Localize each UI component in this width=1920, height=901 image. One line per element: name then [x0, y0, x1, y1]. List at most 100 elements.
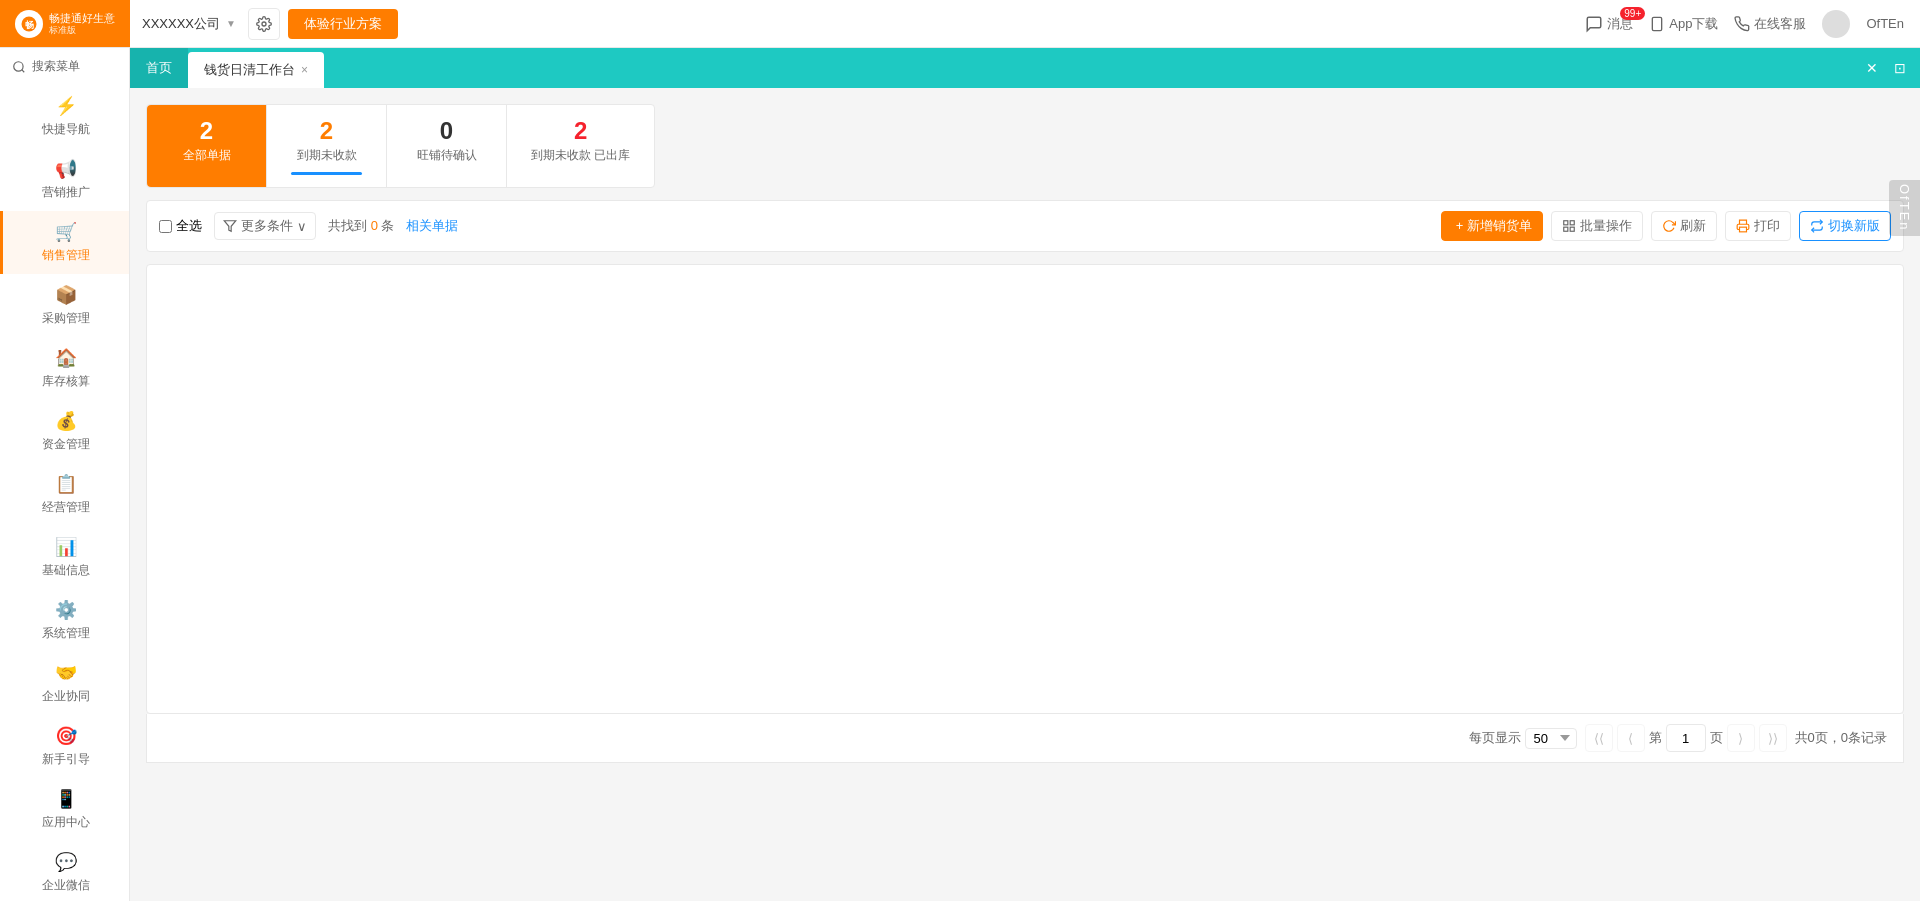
- sidebar-item-label: 企业协同: [42, 688, 90, 705]
- found-text: 共找到 0 条: [328, 217, 394, 235]
- cooperation-icon: 🤝: [55, 662, 77, 684]
- tab-work-table[interactable]: 钱货日清工作台 ×: [188, 52, 324, 88]
- logo-icon: 畅: [15, 10, 43, 38]
- summary-card-wangpu[interactable]: 0 旺铺待确认: [387, 105, 507, 187]
- summary-card-shipped[interactable]: 2 到期未收款 已出库: [507, 105, 654, 187]
- filter-icon: [223, 219, 237, 233]
- chevron-down-icon: ▼: [226, 18, 236, 29]
- sidebar-item-quick-nav[interactable]: ⚡ 快捷导航: [0, 85, 129, 148]
- sidebar-item-label: 经营管理: [42, 499, 90, 516]
- sidebar-item-label: 基础信息: [42, 562, 90, 579]
- toolbar-right: + 新增销货单 批量操作 刷新: [1441, 211, 1891, 241]
- page-label: 第: [1649, 729, 1662, 747]
- card-underline: [291, 172, 362, 175]
- svg-rect-10: [1570, 227, 1574, 231]
- search-menu-button[interactable]: 搜索菜单: [0, 48, 129, 85]
- logo-subtitle: 标准版: [49, 25, 115, 37]
- trial-button[interactable]: 体验行业方案: [288, 9, 398, 39]
- sidebar-item-label: 采购管理: [42, 310, 90, 327]
- table-area: [146, 264, 1904, 714]
- sidebar-item-finance[interactable]: 💰 资金管理: [0, 400, 129, 463]
- sidebar-item-guide[interactable]: 🎯 新手引导: [0, 715, 129, 778]
- page-number-input[interactable]: [1666, 724, 1706, 752]
- add-order-button[interactable]: + 新增销货单: [1441, 211, 1543, 241]
- settings-button[interactable]: [248, 8, 280, 40]
- card-shipped-num: 2: [531, 117, 630, 145]
- tab-close-button[interactable]: ✕: [1860, 56, 1884, 80]
- sales-icon: 🛒: [55, 221, 77, 243]
- svg-marker-7: [224, 221, 236, 232]
- wechat-icon: 💬: [55, 851, 77, 873]
- sidebar-item-label: 企业微信: [42, 877, 90, 894]
- card-overdue-num: 2: [291, 117, 362, 145]
- message-badge: 99+: [1620, 7, 1645, 20]
- operations-icon: 📋: [55, 473, 77, 495]
- svg-line-6: [22, 69, 25, 72]
- summary-cards: 2 全部单据 2 到期未收款 0 旺铺待确认 2 到期未收款 已出库: [146, 104, 655, 188]
- found-count: 0: [371, 218, 378, 233]
- select-all-checkbox[interactable]: 全选: [159, 217, 202, 235]
- all-checkbox-input[interactable]: [159, 220, 172, 233]
- page-size-dropdown[interactable]: 50 10 20 100: [1525, 728, 1577, 749]
- filter-button[interactable]: 更多条件 ∨: [214, 212, 316, 240]
- sidebar-item-operations[interactable]: 📋 经营管理: [0, 463, 129, 526]
- sidebar-item-label: 系统管理: [42, 625, 90, 642]
- page-total: 共0页，0条记录: [1795, 729, 1887, 747]
- pagination: 每页显示 50 10 20 100 ⟨⟨ ⟨ 第 页 ⟩ ⟩⟩ 共0页，0条记录: [146, 714, 1904, 763]
- svg-rect-11: [1564, 227, 1568, 231]
- sidebar-item-system[interactable]: ⚙️ 系统管理: [0, 589, 129, 652]
- main-content: 2 全部单据 2 到期未收款 0 旺铺待确认 2 到期未收款 已出库 全选 更多…: [130, 88, 1920, 901]
- page-size-label: 每页显示: [1469, 729, 1521, 747]
- tab-maximize-button[interactable]: ⊡: [1888, 56, 1912, 80]
- sidebar-item-label: 新手引导: [42, 751, 90, 768]
- first-page-button[interactable]: ⟨⟨: [1585, 724, 1613, 752]
- quick-nav-icon: ⚡: [55, 95, 77, 117]
- tabs-actions: ✕ ⊡: [1860, 56, 1920, 80]
- sidebar-item-marketing[interactable]: 📢 营销推广: [0, 148, 129, 211]
- tab-close-icon[interactable]: ×: [301, 63, 308, 77]
- sidebar-item-label: 库存核算: [42, 373, 90, 390]
- toolbar: 全选 更多条件 ∨ 共找到 0 条 相关单据 + 新增销货单: [146, 200, 1904, 252]
- header-right: 消息 99+ App下载 在线客服 OfTEn: [1585, 10, 1920, 38]
- finance-icon: 💰: [55, 410, 77, 432]
- card-wangpu-num: 0: [411, 117, 482, 145]
- sidebar-item-label: 营销推广: [42, 184, 90, 201]
- print-icon: [1736, 219, 1750, 233]
- print-button[interactable]: 打印: [1725, 211, 1791, 241]
- sidebar-item-inventory[interactable]: 🏠 库存核算: [0, 337, 129, 400]
- tab-home[interactable]: 首页: [130, 48, 188, 88]
- next-page-button[interactable]: ⟩: [1727, 724, 1755, 752]
- switch-version-button[interactable]: 切换新版: [1799, 211, 1891, 241]
- related-orders-link[interactable]: 相关单据: [406, 217, 458, 235]
- sidebar-item-base-info[interactable]: 📊 基础信息: [0, 526, 129, 589]
- prev-page-button[interactable]: ⟨: [1617, 724, 1645, 752]
- company-selector[interactable]: XXXXXX公司 ▼: [130, 15, 248, 33]
- sidebar-item-sales[interactable]: 🛒 销售管理: [0, 211, 129, 274]
- svg-rect-12: [1740, 227, 1747, 232]
- company-name: XXXXXX公司: [142, 15, 220, 33]
- marketing-icon: 📢: [55, 158, 77, 180]
- message-button[interactable]: 消息 99+: [1585, 15, 1633, 33]
- logo-title: 畅捷通好生意: [49, 11, 115, 25]
- card-shipped-label: 到期未收款 已出库: [531, 147, 630, 164]
- batch-operation-button[interactable]: 批量操作: [1551, 211, 1643, 241]
- system-icon: ⚙️: [55, 599, 77, 621]
- card-all-label: 全部单据: [171, 147, 242, 164]
- sidebar-item-purchase[interactable]: 📦 采购管理: [0, 274, 129, 337]
- sidebar-item-wechat[interactable]: 💬 企业微信: [0, 841, 129, 901]
- card-wangpu-label: 旺铺待确认: [411, 147, 482, 164]
- online-service-button[interactable]: 在线客服: [1734, 15, 1806, 33]
- select-all-label: 全选: [176, 217, 202, 235]
- tab-work-table-label: 钱货日清工作台: [204, 61, 295, 79]
- summary-card-all[interactable]: 2 全部单据: [147, 105, 267, 187]
- last-page-button[interactable]: ⟩⟩: [1759, 724, 1787, 752]
- purchase-icon: 📦: [55, 284, 77, 306]
- page-size-select: 每页显示 50 10 20 100: [1469, 728, 1577, 749]
- sidebar-item-apps[interactable]: 📱 应用中心: [0, 778, 129, 841]
- summary-card-overdue[interactable]: 2 到期未收款: [267, 105, 387, 187]
- avatar[interactable]: [1822, 10, 1850, 38]
- sidebar-item-cooperation[interactable]: 🤝 企业协同: [0, 652, 129, 715]
- refresh-button[interactable]: 刷新: [1651, 211, 1717, 241]
- page-suffix: 页: [1710, 729, 1723, 747]
- app-download-button[interactable]: App下载: [1649, 15, 1718, 33]
